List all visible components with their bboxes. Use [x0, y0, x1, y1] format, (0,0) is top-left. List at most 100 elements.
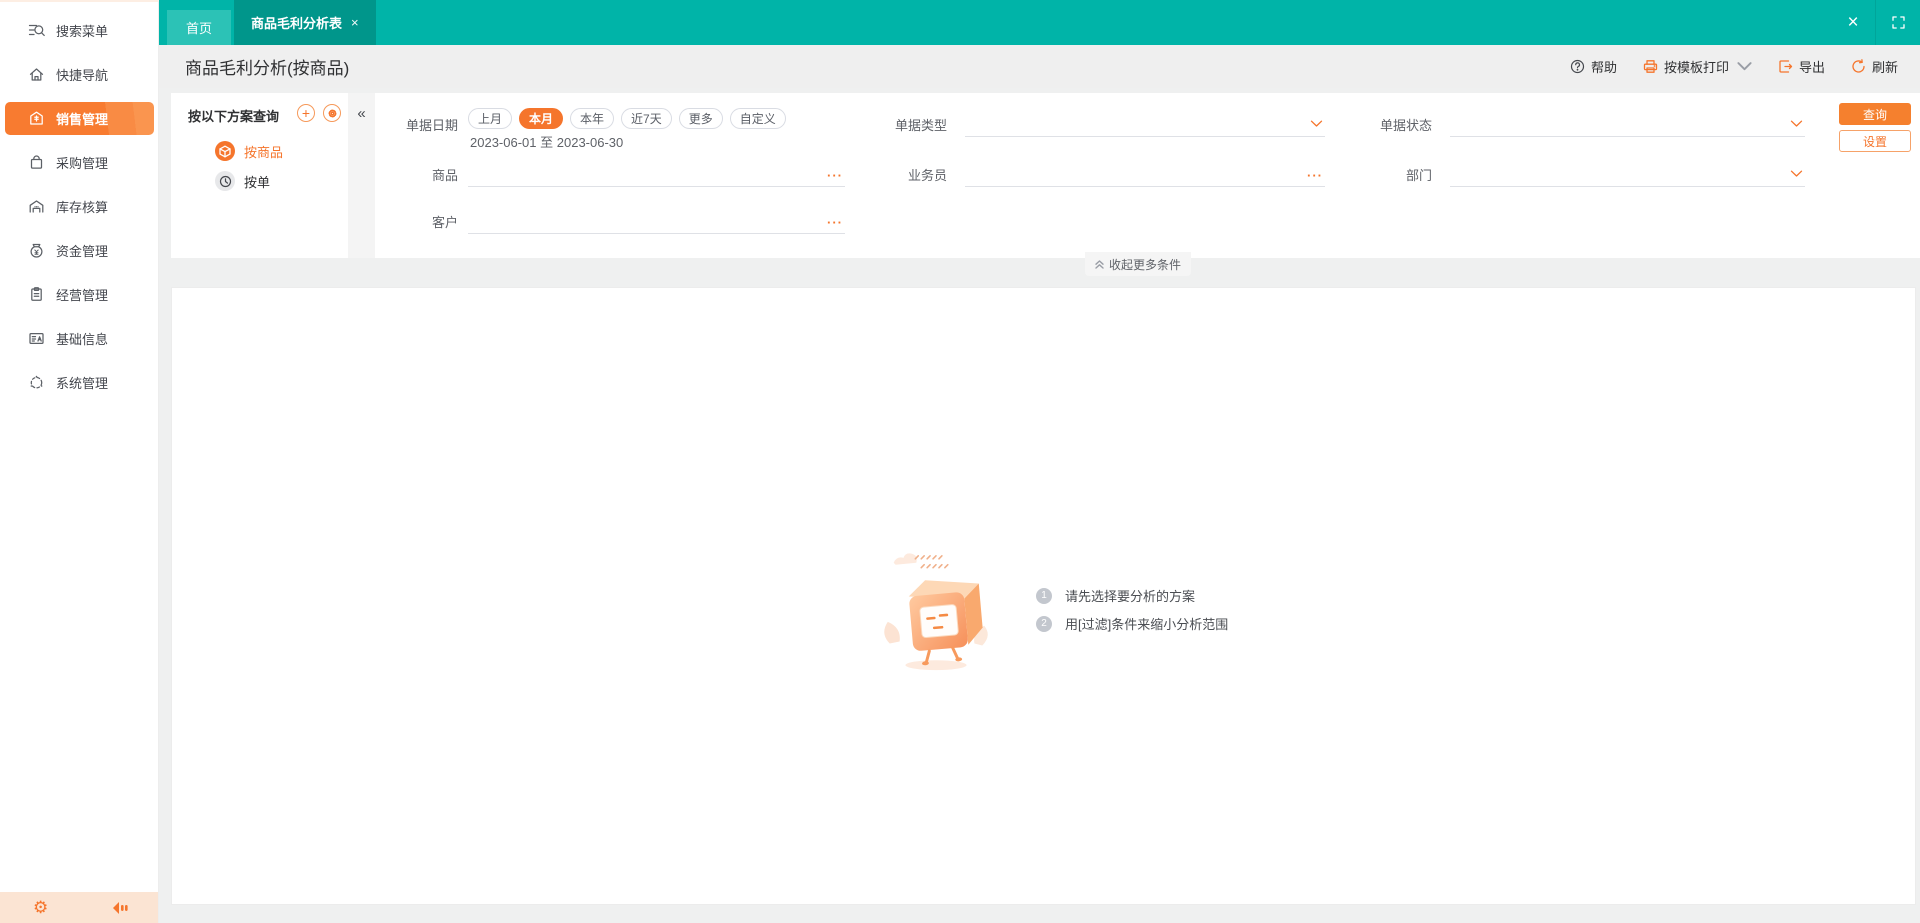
date-range-value[interactable]: 2023-06-01 至 2023-06-30: [470, 132, 623, 151]
sidebar-item-label: 采购管理: [56, 155, 109, 171]
date-separator: 至: [540, 135, 554, 150]
sidebar-item-purchase[interactable]: 采购管理: [0, 140, 158, 184]
collapse-left-icon[interactable]: «: [348, 105, 375, 122]
customer-label: 客户: [431, 215, 458, 230]
ellipsis-icon[interactable]: ···: [827, 169, 843, 182]
sidebar-item-funds[interactable]: 资金管理: [0, 228, 158, 272]
sidebar: 搜索菜单 快捷导航 销售管理 采购管理 库存核算 资金管理 经营管理 基础信息 …: [0, 0, 159, 923]
clock-icon: [215, 171, 235, 191]
top-tab-bar: 首页 商品毛利分析表 × ×: [159, 0, 1920, 45]
help-button[interactable]: 帮助: [1570, 57, 1617, 76]
export-icon: [1779, 60, 1793, 73]
window-controls: ×: [1831, 0, 1920, 45]
header-actions: 帮助 按模板打印 导出 刷新: [1570, 45, 1898, 88]
sidebar-item-label: 资金管理: [56, 243, 109, 259]
salesman-input[interactable]: ···: [965, 161, 1325, 187]
empty-state-steps: 1 请先选择要分析的方案 2 用[过滤]条件来缩小分析范围: [1036, 586, 1228, 633]
sidebar-item-base-info[interactable]: 基础信息: [0, 316, 158, 360]
preset-custom[interactable]: 自定义: [729, 108, 786, 129]
export-button[interactable]: 导出: [1778, 57, 1825, 76]
search-menu-icon: [28, 24, 45, 36]
sidebar-item-label: 销售管理: [56, 111, 109, 127]
app-window: 搜索菜单 快捷导航 销售管理 采购管理 库存核算 资金管理 经营管理 基础信息 …: [0, 0, 1920, 923]
doc-status-input[interactable]: [1450, 111, 1805, 137]
results-panel: 1 请先选择要分析的方案 2 用[过滤]条件来缩小分析范围: [171, 287, 1916, 905]
scheme-panel-title: 按以下方案查询: [188, 109, 280, 124]
collapse-label: 收起更多条件: [1108, 257, 1181, 272]
warehouse-icon: [29, 199, 44, 213]
filter-panel: 单据日期 上月 本月 本年 近7天 更多 自定义 2023-06-01 至 20…: [375, 93, 1920, 276]
chevron-down-icon[interactable]: [1310, 116, 1323, 132]
gear-icon[interactable]: ⚙: [33, 899, 48, 916]
sidebar-item-inventory[interactable]: 库存核算: [0, 184, 158, 228]
chevron-down-icon[interactable]: [1737, 59, 1752, 74]
page-header: 商品毛利分析(按商品) 帮助 按模板打印 导出 刷新: [159, 45, 1920, 88]
ellipsis-icon[interactable]: ···: [1307, 169, 1323, 182]
sidebar-item-quick-nav[interactable]: 快捷导航: [0, 52, 158, 96]
tab-home[interactable]: 首页: [167, 10, 232, 45]
sidebar-item-label: 库存核算: [56, 199, 109, 215]
date-start: 2023-06-01: [470, 135, 537, 150]
preset-this-year[interactable]: 本年: [570, 108, 615, 129]
sidebar-item-sales[interactable]: 销售管理: [5, 101, 154, 135]
query-button[interactable]: 查询: [1839, 103, 1911, 125]
preset-last-month[interactable]: 上月: [468, 108, 513, 129]
date-filter-label: 单据日期: [405, 118, 458, 133]
sidebar-item-label: 搜索菜单: [56, 23, 109, 39]
tab-product-gross-profit[interactable]: 商品毛利分析表 ×: [234, 0, 376, 45]
step-number-badge: 2: [1036, 615, 1052, 632]
sidebar-item-label: 快捷导航: [56, 67, 109, 83]
chevron-down-icon[interactable]: [1790, 166, 1803, 182]
sidebar-item-search-menu[interactable]: 搜索菜单: [0, 8, 158, 52]
add-scheme-button[interactable]: +: [297, 104, 315, 122]
tab-label: 商品毛利分析表: [251, 16, 343, 31]
chevron-down-icon[interactable]: [1790, 116, 1803, 132]
doc-type-input[interactable]: [965, 111, 1325, 137]
fullscreen-button[interactable]: [1876, 0, 1920, 45]
id-card-icon: [29, 332, 44, 344]
tab-close-icon[interactable]: ×: [351, 15, 359, 30]
page-title: 商品毛利分析(按商品): [185, 59, 350, 78]
settings-button[interactable]: 设置: [1839, 130, 1911, 152]
chevron-up-double-icon: [1095, 259, 1104, 269]
print-by-template-button[interactable]: 按模板打印: [1643, 57, 1752, 76]
department-label: 部门: [1405, 168, 1432, 183]
product-input[interactable]: ···: [468, 161, 845, 187]
sidebar-item-system[interactable]: 系统管理: [0, 360, 158, 404]
preset-more[interactable]: 更多: [678, 108, 723, 129]
date-end: 2023-06-30: [556, 135, 624, 150]
scheme-item-by-order[interactable]: 按单: [215, 171, 270, 191]
export-label: 导出: [1798, 60, 1825, 75]
doc-type-label: 单据类型: [894, 118, 947, 133]
preset-this-month[interactable]: 本月: [519, 108, 564, 129]
department-input[interactable]: [1450, 161, 1805, 187]
help-label: 帮助: [1590, 60, 1617, 75]
system-dashed-circle-icon: [30, 375, 43, 389]
scheme-collapse-strip: «: [348, 93, 375, 258]
voice-icon[interactable]: [110, 901, 130, 915]
scheme-item-by-product[interactable]: 按商品: [215, 141, 283, 161]
product-label: 商品: [431, 168, 458, 183]
scheme-item-label: 按单: [244, 174, 271, 190]
preset-last-7-days[interactable]: 近7天: [621, 108, 672, 129]
collapse-more-conditions[interactable]: 收起更多条件: [1085, 252, 1191, 276]
tabs: 首页 商品毛利分析表 ×: [167, 0, 376, 45]
cube-icon: [215, 141, 235, 161]
home-icon: [29, 67, 44, 81]
fullscreen-icon: [1891, 16, 1905, 29]
clipboard-icon: [31, 286, 42, 301]
step-2: 2 用[过滤]条件来缩小分析范围: [1036, 614, 1228, 633]
print-label: 按模板打印: [1663, 60, 1729, 75]
help-icon: [1570, 59, 1585, 74]
step-number-badge: 1: [1036, 587, 1052, 604]
refresh-button[interactable]: 刷新: [1851, 57, 1898, 76]
refresh-label: 刷新: [1871, 60, 1898, 75]
scheme-panel: 按以下方案查询 + 按商品 按单: [171, 93, 348, 258]
customer-input[interactable]: ···: [468, 208, 845, 234]
scheme-settings-button[interactable]: [323, 104, 341, 122]
sidebar-item-label: 经营管理: [56, 287, 109, 303]
window-close-button[interactable]: ×: [1831, 0, 1875, 45]
ellipsis-icon[interactable]: ···: [827, 216, 843, 229]
sidebar-item-operations[interactable]: 经营管理: [0, 272, 158, 316]
gear-circle-icon: [328, 109, 336, 117]
